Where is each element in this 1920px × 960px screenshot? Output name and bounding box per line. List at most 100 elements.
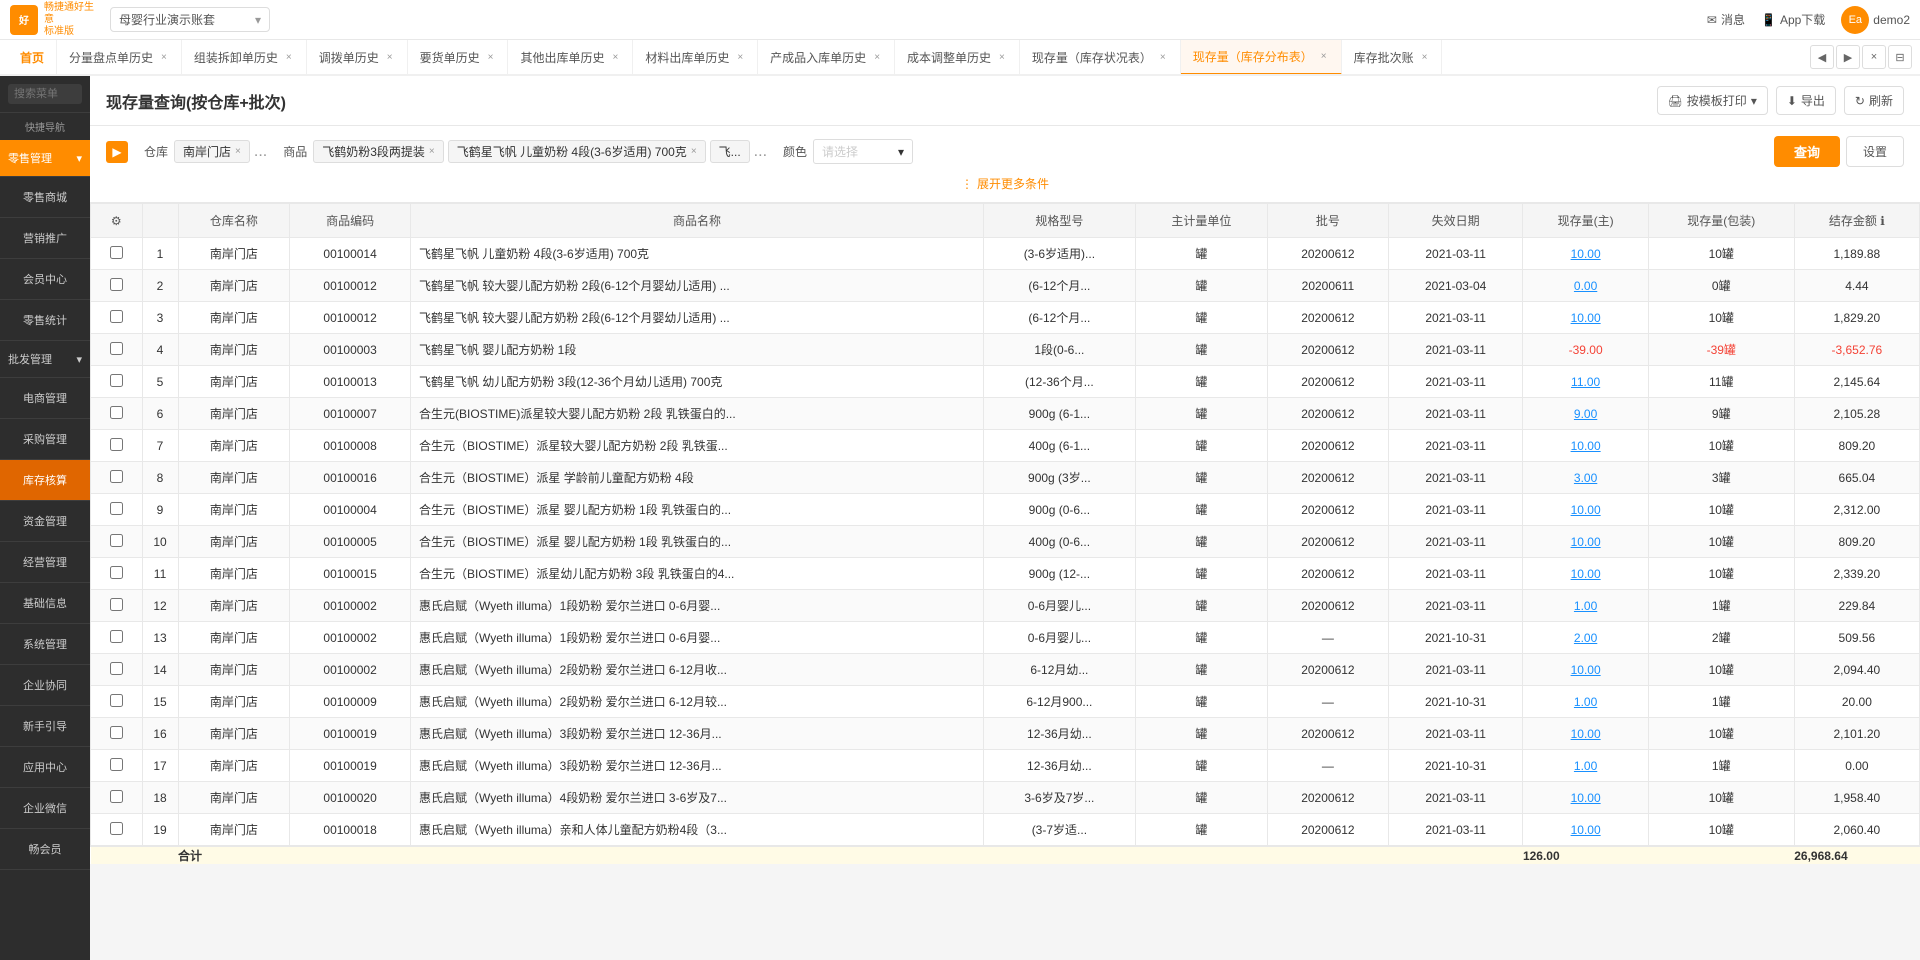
row-checkbox[interactable] [91,782,143,814]
refresh-btn[interactable]: ↻ 刷新 [1844,86,1904,115]
tab-selector[interactable]: 母婴行业演示账套 ▾ [110,7,270,32]
expand-more-btn[interactable]: ⋮ 展开更多条件 [961,175,1049,192]
tab-other-out[interactable]: 其他出库单历史 × [508,40,633,75]
close-icon[interactable]: × [486,52,496,63]
row-checkbox[interactable] [91,302,143,334]
tab-batch-account[interactable]: 库存批次账 × [1342,40,1443,75]
tab-stock-dist[interactable]: 现存量（库存分布表） × [1181,40,1342,75]
sidebar-item-retail-mgmt[interactable]: 零售管理 ▾ [0,140,90,177]
close-icon[interactable]: × [1319,51,1329,62]
row-checkbox[interactable] [91,238,143,270]
search-btn[interactable]: 查询 [1774,136,1840,167]
row-stock-main[interactable]: 10.00 [1523,654,1648,686]
app-download-btn[interactable]: 📱 App下载 [1761,11,1825,28]
row-checkbox[interactable] [91,718,143,750]
row-stock-main[interactable]: 10.00 [1523,718,1648,750]
tab-product-in[interactable]: 产成品入库单历史 × [758,40,895,75]
tab-material-out[interactable]: 材料出库单历史 × [633,40,758,75]
row-stock-main[interactable]: 10.00 [1523,526,1648,558]
row-checkbox[interactable] [91,334,143,366]
close-icon[interactable]: × [284,52,294,63]
sidebar-item-vip[interactable]: 畅会员 [0,829,90,870]
sidebar-item-enterprise[interactable]: 企业协同 [0,665,90,706]
color-dropdown[interactable]: 请选择 ▾ [813,139,913,164]
row-stock-main[interactable]: 1.00 [1523,750,1648,782]
filter-expand-arrow-btn[interactable]: ▶ [106,141,128,163]
sidebar-item-retail-shop[interactable]: 零售商城 [0,177,90,218]
row-stock-main[interactable]: -39.00 [1523,334,1648,366]
row-stock-main[interactable]: 1.00 [1523,590,1648,622]
tab-stock-status[interactable]: 现存量（库存状况表） × [1020,40,1181,75]
sidebar-item-corp-wechat[interactable]: 企业微信 [0,788,90,829]
settings-col-header[interactable]: ⚙ [91,204,143,238]
row-stock-main[interactable]: 10.00 [1523,238,1648,270]
export-btn[interactable]: ⬇ 导出 [1776,86,1836,115]
row-checkbox[interactable] [91,462,143,494]
row-stock-main[interactable]: 9.00 [1523,398,1648,430]
tab-split[interactable]: 分量盘点单历史 × [57,40,182,75]
tab-requisition[interactable]: 要货单历史 × [408,40,509,75]
row-checkbox[interactable] [91,398,143,430]
sidebar-item-inventory[interactable]: 库存核算 [0,460,90,501]
close-icon[interactable]: × [610,52,620,63]
user-profile[interactable]: Ea demo2 [1841,6,1910,34]
sidebar-item-finance[interactable]: 资金管理 [0,501,90,542]
sidebar-item-system[interactable]: 系统管理 [0,624,90,665]
row-checkbox[interactable] [91,366,143,398]
row-checkbox[interactable] [91,270,143,302]
tab-home[interactable]: 首页 [8,40,57,75]
tag-close-icon[interactable]: × [235,146,241,157]
tab-menu-btn[interactable]: ⊟ [1888,45,1912,69]
sidebar-item-wholesale[interactable]: 批发管理 ▾ [0,341,90,378]
tag-close-icon[interactable]: × [691,146,697,157]
row-stock-main[interactable]: 10.00 [1523,558,1648,590]
tab-cost-adj[interactable]: 成本调整单历史 × [895,40,1020,75]
row-stock-main[interactable]: 0.00 [1523,270,1648,302]
row-stock-main[interactable]: 1.00 [1523,686,1648,718]
sidebar-item-member[interactable]: 会员中心 [0,259,90,300]
tab-next-btn[interactable]: ▶ [1836,45,1860,69]
tab-mix[interactable]: 调拨单历史 × [307,40,408,75]
sidebar-item-basics[interactable]: 基础信息 [0,583,90,624]
sidebar-item-purchase[interactable]: 采购管理 [0,419,90,460]
tab-prev-btn[interactable]: ◀ [1810,45,1834,69]
row-checkbox[interactable] [91,558,143,590]
row-checkbox[interactable] [91,622,143,654]
more-icon[interactable]: ... [754,143,767,161]
row-stock-main[interactable]: 10.00 [1523,782,1648,814]
sidebar-item-operations[interactable]: 经营管理 [0,542,90,583]
row-stock-main[interactable]: 11.00 [1523,366,1648,398]
sidebar-item-ecommerce[interactable]: 电商管理 [0,378,90,419]
row-checkbox[interactable] [91,686,143,718]
sidebar-item-marketing[interactable]: 营销推广 [0,218,90,259]
row-stock-main[interactable]: 10.00 [1523,494,1648,526]
row-stock-main[interactable]: 3.00 [1523,462,1648,494]
tag-close-icon[interactable]: × [429,146,435,157]
more-icon[interactable]: ... [254,143,267,161]
row-stock-main[interactable]: 2.00 [1523,622,1648,654]
row-checkbox[interactable] [91,750,143,782]
row-checkbox[interactable] [91,526,143,558]
search-input[interactable] [8,84,82,104]
close-icon[interactable]: × [159,52,169,63]
row-stock-main[interactable]: 10.00 [1523,814,1648,847]
tab-close-btn[interactable]: × [1862,45,1886,69]
sidebar-item-retail-stats[interactable]: 零售统计 [0,300,90,341]
close-icon[interactable]: × [1420,52,1430,63]
close-icon[interactable]: × [735,52,745,63]
row-stock-main[interactable]: 10.00 [1523,430,1648,462]
row-stock-main[interactable]: 10.00 [1523,302,1648,334]
sidebar-item-newbie[interactable]: 新手引导 [0,706,90,747]
row-checkbox[interactable] [91,814,143,847]
template-print-btn[interactable]: 🖨 按模板打印 ▾ [1657,86,1768,115]
sidebar-item-app-center[interactable]: 应用中心 [0,747,90,788]
close-icon[interactable]: × [872,52,882,63]
settings-btn[interactable]: 设置 [1846,136,1904,167]
message-btn[interactable]: ✉ 消息 [1707,11,1745,28]
row-checkbox[interactable] [91,590,143,622]
close-icon[interactable]: × [1158,52,1168,63]
row-checkbox[interactable] [91,654,143,686]
close-icon[interactable]: × [997,52,1007,63]
row-checkbox[interactable] [91,494,143,526]
tab-disassemble[interactable]: 组装拆卸单历史 × [182,40,307,75]
